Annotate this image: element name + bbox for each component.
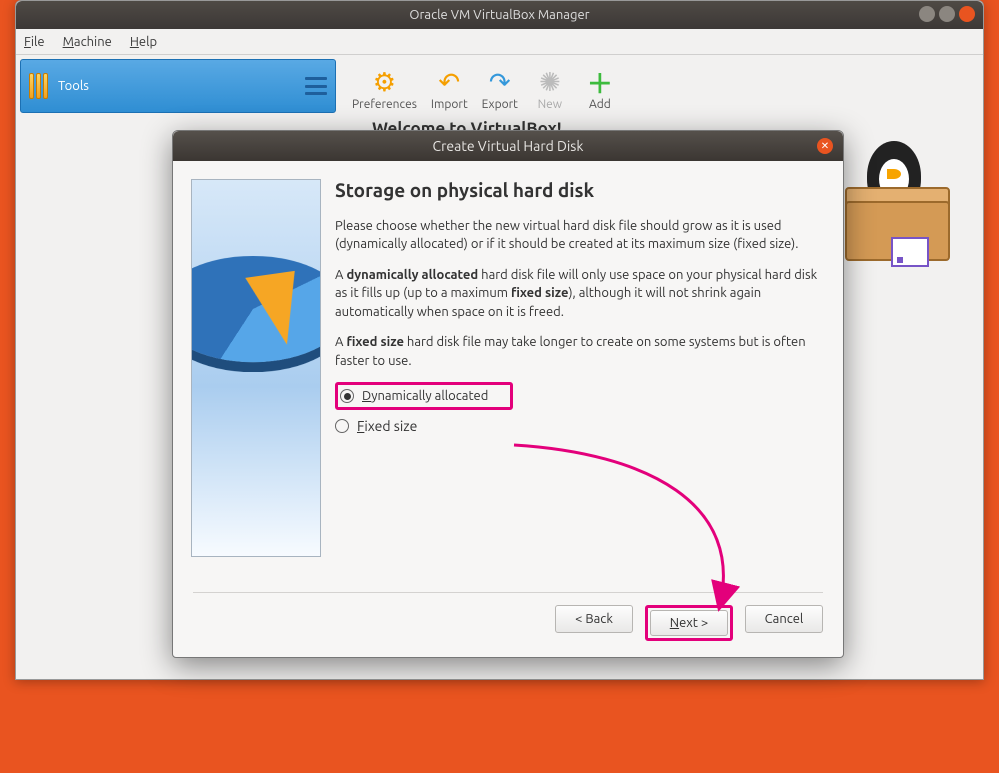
minimize-icon[interactable]	[919, 6, 935, 22]
tools-panel[interactable]: Tools	[20, 59, 336, 113]
new-button: ✺ New	[532, 66, 568, 111]
tux-toolbox-illustration	[835, 141, 965, 281]
next-button[interactable]: Next >	[650, 610, 728, 636]
highlight-next: Next >	[645, 605, 733, 641]
export-icon: ↷	[482, 66, 518, 98]
dialog-content: Storage on physical hard disk Please cho…	[335, 179, 823, 557]
dialog-para-2: A dynamically allocated hard disk file w…	[335, 266, 823, 321]
dialog-para-1: Please choose whether the new virtual ha…	[335, 217, 823, 254]
titlebar: Oracle VM VirtualBox Manager	[16, 1, 983, 29]
import-button[interactable]: ↶ Import	[431, 66, 468, 111]
tools-label: Tools	[58, 79, 89, 93]
dialog-heading: Storage on physical hard disk	[335, 179, 823, 201]
create-vhd-dialog: Create Virtual Hard Disk ✕ Storage on ph…	[172, 130, 844, 658]
cancel-button[interactable]: Cancel	[745, 605, 823, 633]
radio-dynamic-label[interactable]: Dynamically allocated	[362, 389, 488, 403]
radio-dynamic[interactable]	[340, 389, 354, 403]
toolbar: ⚙ Preferences ↶ Import ↷ Export ✺ New ＋ …	[340, 55, 630, 117]
dialog-close-icon[interactable]: ✕	[817, 138, 833, 154]
window-controls	[919, 6, 975, 22]
gear-icon: ⚙	[366, 66, 402, 98]
import-icon: ↶	[431, 66, 467, 98]
back-button[interactable]: < Back	[555, 605, 633, 633]
wizard-illustration	[191, 179, 321, 557]
tools-icon	[29, 73, 48, 99]
storage-type-radio-group: Dynamically allocated Fixed size	[335, 382, 823, 434]
toolbar-row: Tools ⚙ Preferences ↶ Import ↷ Export ✺ …	[16, 55, 983, 117]
window-title: Oracle VM VirtualBox Manager	[409, 8, 589, 22]
dialog-button-row: < Back Next > Cancel	[193, 592, 823, 641]
new-icon: ✺	[532, 66, 568, 98]
radio-fixed-label[interactable]: Fixed size	[357, 418, 417, 434]
close-icon[interactable]	[959, 6, 975, 22]
dialog-title: Create Virtual Hard Disk	[433, 138, 584, 154]
highlight-dynamic: Dynamically allocated	[335, 382, 513, 410]
dialog-para-3: A fixed size hard disk file may take lon…	[335, 333, 823, 370]
plus-icon: ＋	[582, 66, 618, 98]
menu-file[interactable]: File	[24, 35, 45, 49]
preferences-button[interactable]: ⚙ Preferences	[352, 66, 417, 111]
list-icon[interactable]	[305, 77, 327, 95]
menu-help[interactable]: Help	[130, 35, 157, 49]
export-button[interactable]: ↷ Export	[482, 66, 518, 111]
menubar: File Machine Help	[16, 29, 983, 55]
add-button[interactable]: ＋ Add	[582, 66, 618, 111]
radio-fixed[interactable]	[335, 419, 349, 433]
dialog-titlebar: Create Virtual Hard Disk ✕	[173, 131, 843, 161]
maximize-icon[interactable]	[939, 6, 955, 22]
menu-machine[interactable]: Machine	[63, 35, 112, 49]
